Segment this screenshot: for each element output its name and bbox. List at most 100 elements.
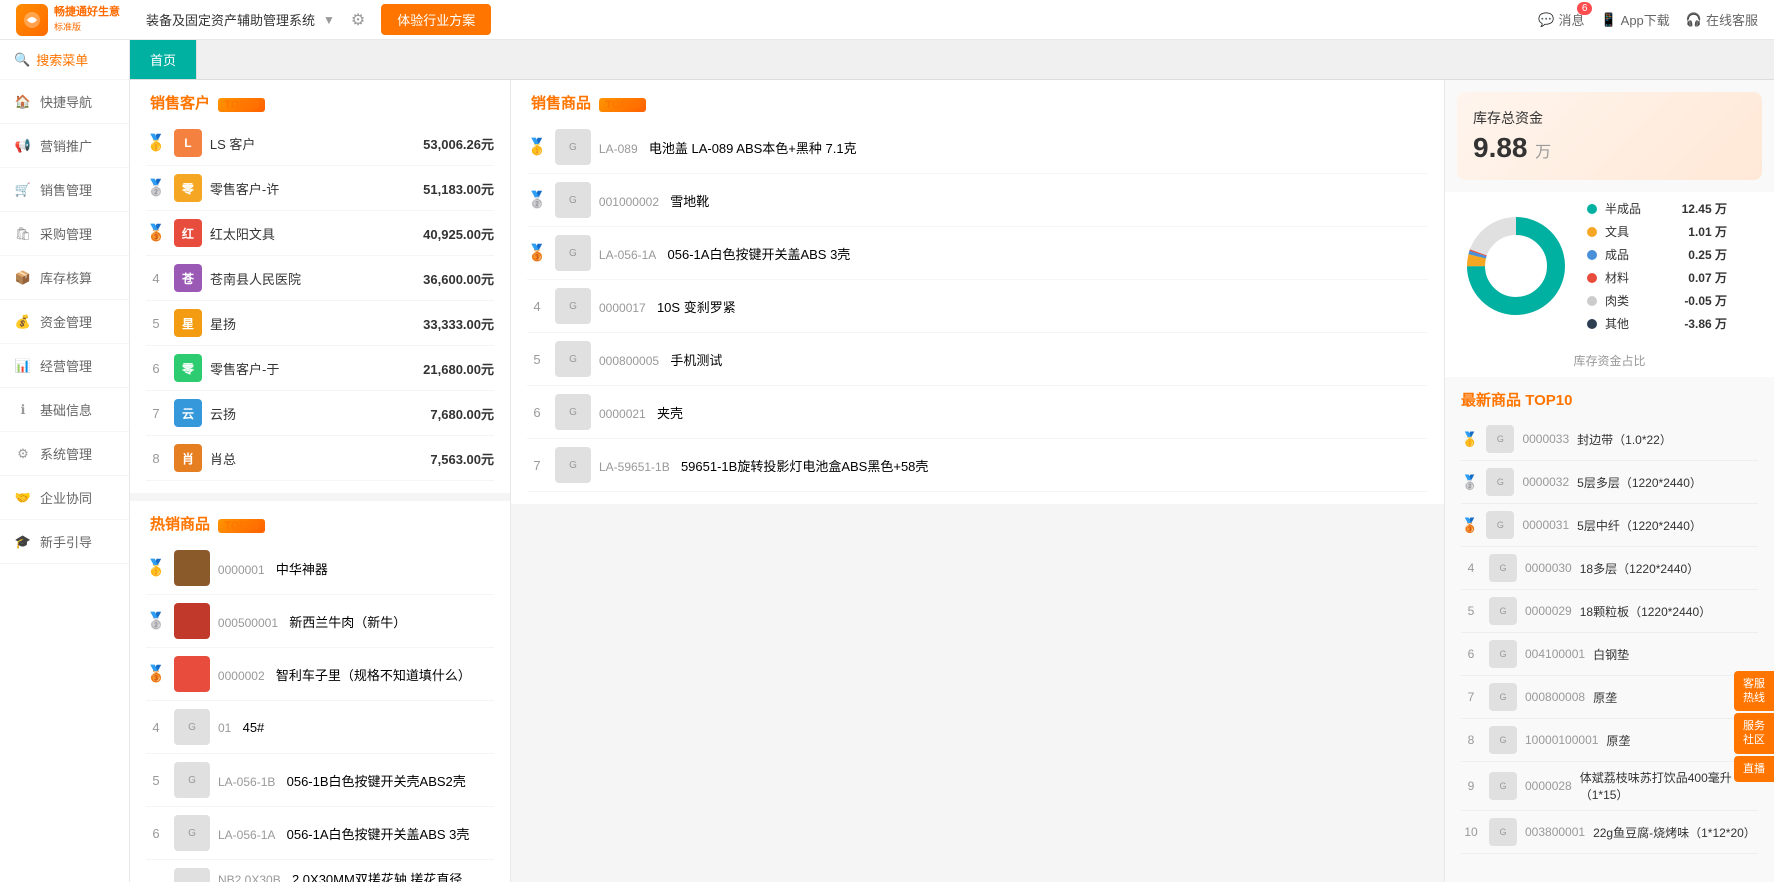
sidebar-label-0: 快捷导航 xyxy=(40,92,92,111)
newest-name-7: 原垄 xyxy=(1606,732,1630,749)
logo-text-block: 畅捷通好生意 标准版 xyxy=(54,6,120,32)
legend-dot-5 xyxy=(1587,319,1597,329)
sidebar-item-6[interactable]: 📊经营管理 xyxy=(0,344,129,388)
customer-amount-6: 7,680.00元 xyxy=(430,404,494,423)
system-name: 装备及固定资产辅助管理系统 xyxy=(146,10,315,29)
sales-customer-section: 销售客户 TOP10 🥇 L LS 客户 53,006.26元 🥈 零 零售客户… xyxy=(130,80,510,501)
headset-icon: 🎧 xyxy=(1686,12,1702,28)
legend-name-3: 材料 xyxy=(1605,269,1680,286)
table-row: 7 G NB2.0X30B 2.0X30MM双搓花轴,搓花直径2.1MM/ROH… xyxy=(146,860,494,882)
newest-code-7: 10000100001 xyxy=(1525,733,1598,747)
list-item: 🥈 G 0000032 5层多层（1220*2440） xyxy=(1461,461,1758,504)
newest-thumb-1: G xyxy=(1486,468,1514,496)
trial-button[interactable]: 体验行业方案 xyxy=(381,4,491,35)
newest-name-3: 18多层（1220*2440） xyxy=(1580,560,1699,577)
search-menu-button[interactable]: 🔍 搜索菜单 xyxy=(0,40,129,80)
table-row: 🥉 红 红太阳文具 40,925.00元 xyxy=(146,211,494,256)
table-row: 4 苍 苍南县人民医院 36,600.00元 xyxy=(146,256,494,301)
legend-name-2: 成品 xyxy=(1605,246,1680,263)
sidebar-label-5: 资金管理 xyxy=(40,312,92,331)
sidebar-item-4[interactable]: 📦库存核算 xyxy=(0,256,129,300)
inventory-ratio-label: 库存资金占比 xyxy=(1445,348,1774,377)
settings-icon[interactable]: ⚙ xyxy=(351,10,365,30)
float-btn-2[interactable]: 直播 xyxy=(1734,756,1774,782)
list-item: 8 G 10000100001 原垄 xyxy=(1461,719,1758,762)
sidebar-item-7[interactable]: ℹ基础信息 xyxy=(0,388,129,432)
legend-name-1: 文具 xyxy=(1605,223,1680,240)
sidebar-label-2: 销售管理 xyxy=(40,180,92,199)
newest-products-title: 最新商品 TOP10 xyxy=(1461,389,1758,410)
prod-info-6: LA-59651-1B 59651-1B旋转投影灯电池盒ABS黑色+58壳 xyxy=(599,456,1428,475)
legend-val-2: 0.25 万 xyxy=(1688,246,1727,263)
online-service-button[interactable]: 🎧 在线客服 xyxy=(1686,10,1758,29)
sidebar-item-3[interactable]: 🛍 采购管理 xyxy=(0,212,129,256)
float-btn-1[interactable]: 服务社区 xyxy=(1734,713,1774,754)
chart-area: 半成品 12.45 万 文具 1.01 万 成品 0.25 万 材料 0.07 … xyxy=(1445,192,1774,348)
legend-item-5: 其他 -3.86 万 xyxy=(1587,315,1727,332)
list-item: 7 G 000800008 原垄 xyxy=(1461,676,1758,719)
customer-amount-3: 36,600.00元 xyxy=(423,269,494,288)
prod-info-0: LA-089 电池盖 LA-089 ABS本色+黑种 7.1克 xyxy=(599,138,1428,157)
table-row: 🥈 G 001000002 雪地靴 xyxy=(527,174,1428,227)
sidebar-label-1: 营销推广 xyxy=(40,136,92,155)
newest-thumb-3: G xyxy=(1489,554,1517,582)
phone-icon: 📱 xyxy=(1600,12,1616,28)
sidebar-item-9[interactable]: 🤝企业协同 xyxy=(0,476,129,520)
sidebar-icon-8: ⚙ xyxy=(14,445,32,463)
dropdown-arrow-icon[interactable]: ▼ xyxy=(323,13,335,27)
top10-badge: TOP10 xyxy=(218,98,265,112)
customer-name-3: 苍南县人民医院 xyxy=(210,269,415,288)
logo-edition: 标准版 xyxy=(54,20,120,33)
sidebar-icon-7: ℹ xyxy=(14,401,32,419)
newest-code-4: 0000029 xyxy=(1525,604,1572,618)
page-content: 销售客户 TOP10 🥇 L LS 客户 53,006.26元 🥈 零 零售客户… xyxy=(130,80,1774,882)
float-btn-0[interactable]: 客服热线 xyxy=(1734,671,1774,712)
table-row: 🥈 零 零售客户-许 51,183.00元 xyxy=(146,166,494,211)
sales-prod-list: 🥇 G LA-089 电池盖 LA-089 ABS本色+黑种 7.1克 🥈 G … xyxy=(511,121,1444,504)
notification-button[interactable]: 💬 消息 6 xyxy=(1538,10,1584,29)
hot-prod-info-0: 0000001 中华神器 xyxy=(218,559,494,578)
inventory-label: 库存总资金 xyxy=(1473,108,1746,128)
list-item: 🥉 G 0000031 5层中纤（1220*2440） xyxy=(1461,504,1758,547)
logo-area: 畅捷通好生意 标准版 xyxy=(16,4,146,36)
legend-val-0: 12.45 万 xyxy=(1682,200,1727,217)
table-row: 5 星 星扬 33,333.00元 xyxy=(146,301,494,346)
newest-badge: TOP10 xyxy=(1525,392,1572,409)
sidebar-icon-2: 🛒 xyxy=(14,181,32,199)
table-row: 6 G LA-056-1A 056-1A白色按键开关盖ABS 3壳 xyxy=(146,807,494,860)
hot-products-section: 热销商品 TOP10 🥇 0000001 中华神器 🥈 000500001 新西… xyxy=(130,501,510,882)
table-row: 🥇 L LS 客户 53,006.26元 xyxy=(146,121,494,166)
customer-name-0: LS 客户 xyxy=(210,134,415,153)
sidebar-item-10[interactable]: 🎓新手引导 xyxy=(0,520,129,564)
sidebar-icon-3: 🛍 xyxy=(14,225,32,243)
legend-item-1: 文具 1.01 万 xyxy=(1587,223,1727,240)
sidebar-item-5[interactable]: 💰资金管理 xyxy=(0,300,129,344)
app-download-button[interactable]: 📱 App下载 xyxy=(1600,10,1669,29)
sidebar-icon-6: 📊 xyxy=(14,357,32,375)
newest-thumb-2: G xyxy=(1486,511,1514,539)
list-item: 9 G 0000028 体斌荔枝味苏打饮品400毫升（1*15） xyxy=(1461,762,1758,811)
sidebar-item-2[interactable]: 🛒 销售管理 xyxy=(0,168,129,212)
newest-code-0: 0000033 xyxy=(1522,432,1569,446)
legend-name-4: 肉类 xyxy=(1605,292,1676,309)
inventory-amount-block: 9.88 万 xyxy=(1473,132,1746,164)
customer-avatar-5: 零 xyxy=(174,354,202,382)
table-row: 4 G 01 45# xyxy=(146,701,494,754)
legend-name-0: 半成品 xyxy=(1605,200,1674,217)
table-row: 🥉 0000002 智利车子里（规格不知道填什么） xyxy=(146,648,494,701)
newest-thumb-9: G xyxy=(1489,818,1517,846)
sidebar-icon-10: 🎓 xyxy=(14,533,32,551)
sidebar-item-1[interactable]: 📢营销推广 xyxy=(0,124,129,168)
hot-prod-info-5: LA-056-1A 056-1A白色按键开关盖ABS 3壳 xyxy=(218,824,494,843)
sidebar-label-3: 采购管理 xyxy=(40,224,92,243)
sidebar: 🔍 搜索菜单 🏠快捷导航📢营销推广 🛒 销售管理 🛍 采购管理 📦库存核算💰资金管理📊经营… xyxy=(0,40,130,882)
customer-avatar-2: 红 xyxy=(174,219,202,247)
search-icon: 🔍 xyxy=(14,52,30,68)
tab-home[interactable]: 首页 xyxy=(130,40,197,79)
legend-item-4: 肉类 -0.05 万 xyxy=(1587,292,1727,309)
sidebar-item-8[interactable]: ⚙系统管理 xyxy=(0,432,129,476)
legend-val-4: -0.05 万 xyxy=(1684,292,1727,309)
hot-products-header: 热销商品 TOP10 xyxy=(130,501,510,542)
chart-legend: 半成品 12.45 万 文具 1.01 万 成品 0.25 万 材料 0.07 … xyxy=(1587,200,1727,332)
sidebar-item-0[interactable]: 🏠快捷导航 xyxy=(0,80,129,124)
